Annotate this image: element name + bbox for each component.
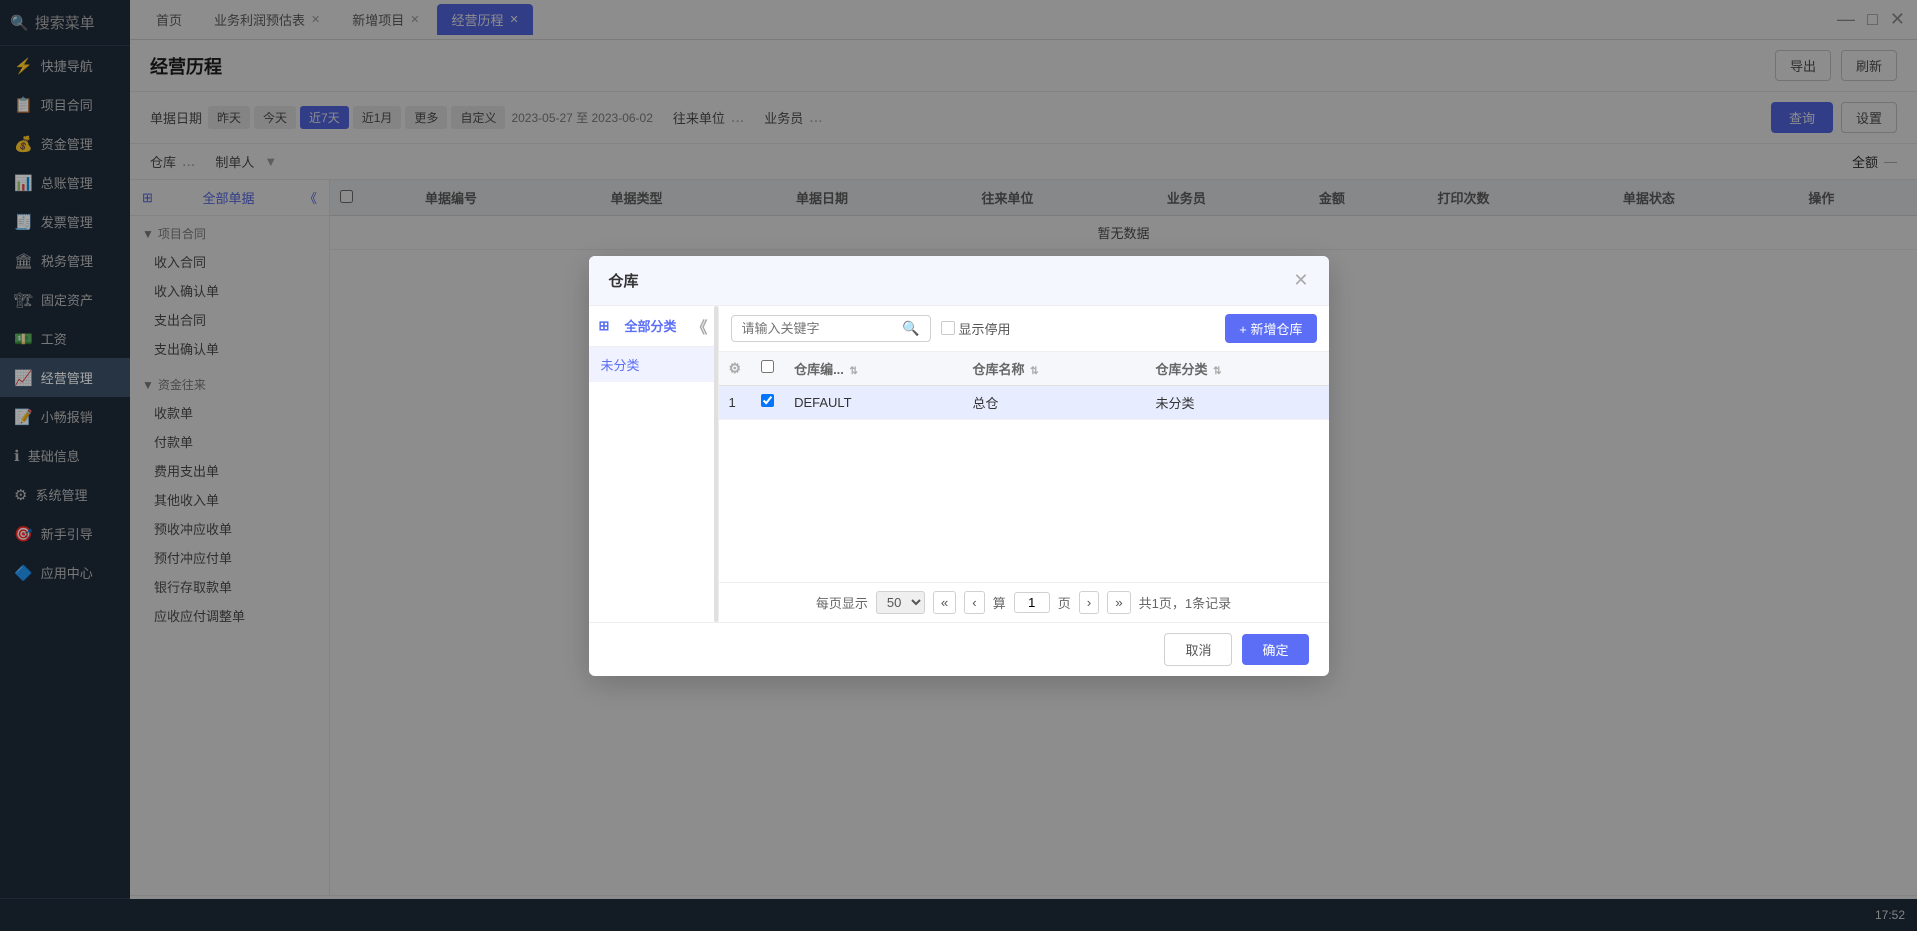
row-category: 未分类 xyxy=(1145,385,1328,419)
modal-footer: 取消 确定 xyxy=(589,622,1329,676)
modal-left-header: ⊞ 全部分类 《 xyxy=(589,306,718,347)
sort-icon-category[interactable]: ⇅ xyxy=(1213,366,1221,377)
modal-right-panel: 🔍 显示停用 + 新增仓库 ⚙ xyxy=(719,306,1329,622)
show-disabled-text: 显示停用 xyxy=(959,319,1011,338)
modal-per-page-label: 每页显示 xyxy=(816,593,868,612)
modal-left-scrollbar[interactable] xyxy=(714,306,718,622)
modal-next-page[interactable]: › xyxy=(1079,591,1099,614)
modal-left-item-uncategorized[interactable]: 未分类 xyxy=(589,347,718,382)
modal-search-icon: 🔍 xyxy=(902,320,919,337)
modal-search-input[interactable] xyxy=(742,321,897,336)
modal-header: 仓库 ✕ xyxy=(589,256,1329,306)
modal-overlay: 仓库 ✕ ⊞ 全部分类 《 未分类 🔍 xyxy=(0,0,1917,931)
modal-per-page-select[interactable]: 50 xyxy=(876,591,925,614)
modal-select-all[interactable] xyxy=(761,360,774,373)
modal-table: ⚙ 仓库编... ⇅ 仓库名称 ⇅ xyxy=(719,352,1329,420)
modal-search-box[interactable]: 🔍 xyxy=(731,315,931,342)
all-categories-label: 全部分类 xyxy=(624,316,676,335)
row-checkbox[interactable] xyxy=(761,394,774,407)
modal-page-label: 算 xyxy=(993,593,1006,612)
modal-page-unit: 页 xyxy=(1058,593,1071,612)
sort-icon-name[interactable]: ⇅ xyxy=(1030,366,1038,377)
cancel-button[interactable]: 取消 xyxy=(1164,633,1232,666)
row-name: 总仓 xyxy=(962,385,1145,419)
add-warehouse-button[interactable]: + 新增仓库 xyxy=(1225,314,1316,343)
modal-pagination: 每页显示 50 « ‹ 算 页 › » 共1页，1条记录 xyxy=(719,582,1329,622)
table-row[interactable]: 1 DEFAULT 总仓 未分类 xyxy=(719,385,1329,419)
modal-body: ⊞ 全部分类 《 未分类 🔍 显示停用 xyxy=(589,306,1329,622)
modal-last-page[interactable]: » xyxy=(1107,591,1130,614)
warehouse-modal: 仓库 ✕ ⊞ 全部分类 《 未分类 🔍 xyxy=(589,256,1329,676)
modal-col-category: 仓库分类 ⇅ xyxy=(1145,352,1328,386)
modal-first-page[interactable]: « xyxy=(933,591,956,614)
modal-left-collapse[interactable]: 《 xyxy=(691,314,707,338)
modal-col-settings[interactable]: ⚙ xyxy=(719,352,752,386)
modal-toolbar: 🔍 显示停用 + 新增仓库 xyxy=(719,306,1329,352)
modal-col-checkbox[interactable] xyxy=(751,352,784,386)
row-code: DEFAULT xyxy=(784,385,962,419)
all-categories-icon: ⊞ xyxy=(599,318,610,334)
modal-total-info: 共1页，1条记录 xyxy=(1139,593,1231,612)
modal-left-panel: ⊞ 全部分类 《 未分类 xyxy=(589,306,719,622)
modal-table-wrap: ⚙ 仓库编... ⇅ 仓库名称 ⇅ xyxy=(719,352,1329,582)
row-index: 1 xyxy=(719,385,752,419)
confirm-button[interactable]: 确定 xyxy=(1242,634,1308,665)
modal-prev-page[interactable]: ‹ xyxy=(964,591,984,614)
show-disabled-checkbox[interactable] xyxy=(941,321,955,335)
modal-col-code: 仓库编... ⇅ xyxy=(784,352,962,386)
show-disabled-label[interactable]: 显示停用 xyxy=(941,319,1011,338)
modal-page-input[interactable] xyxy=(1014,592,1050,613)
row-checkbox-cell[interactable] xyxy=(751,385,784,419)
modal-title: 仓库 xyxy=(609,270,639,291)
sort-icon-code[interactable]: ⇅ xyxy=(850,366,858,377)
modal-col-name: 仓库名称 ⇅ xyxy=(962,352,1145,386)
settings-icon[interactable]: ⚙ xyxy=(729,360,742,376)
modal-close-icon[interactable]: ✕ xyxy=(1293,270,1308,291)
